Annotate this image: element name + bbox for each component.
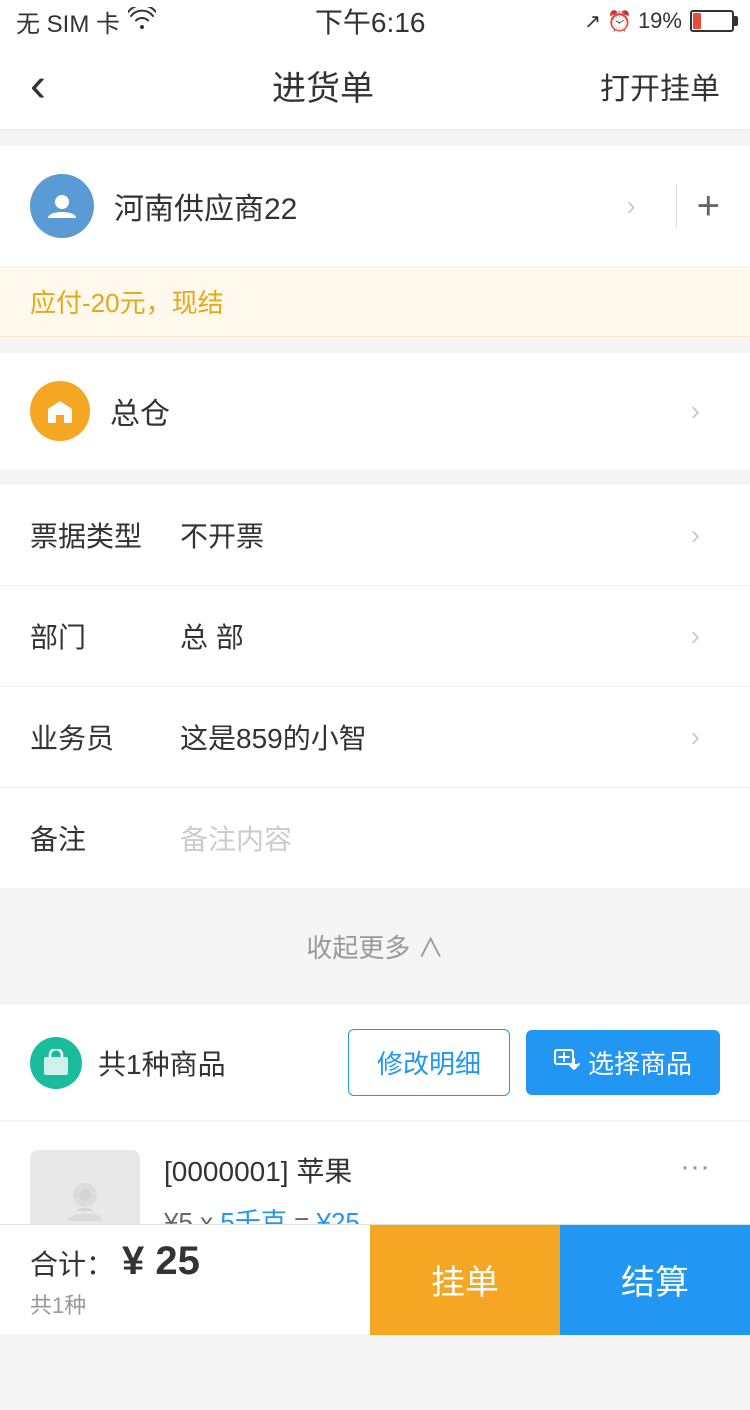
hang-button[interactable]: 挂单 (370, 1225, 560, 1335)
warehouse-row[interactable]: 总仓 › (0, 353, 750, 469)
salesperson-row[interactable]: 业务员 这是859的小智 › (0, 687, 750, 788)
select-product-label: 选择商品 (588, 1044, 692, 1081)
remark-input[interactable]: 备注内容 (170, 818, 720, 858)
page-title: 进货单 (272, 61, 374, 110)
products-count: 共1种商品 (98, 1043, 348, 1083)
status-bar: 无 SIM 卡 下午6:16 ↗ ⏰ 19% (0, 0, 750, 42)
salesperson-value: 这是859的小智 (170, 717, 691, 757)
invoice-type-row[interactable]: 票据类型 不开票 › (0, 485, 750, 586)
supplier-section: 河南供应商22 › + 应付-20元，现结 (0, 146, 750, 337)
notice-text: 应付-20元，现结 (30, 288, 224, 318)
supplier-avatar (30, 174, 94, 238)
salesperson-label: 业务员 (30, 717, 170, 757)
add-button[interactable]: + (697, 186, 720, 226)
footer-total-amount: ¥ 25 (122, 1239, 200, 1284)
department-label: 部门 (30, 616, 170, 656)
warehouse-name: 总仓 (110, 389, 691, 433)
edit-detail-button[interactable]: 修改明细 (348, 1029, 510, 1096)
product-title: 苹果 (296, 1156, 352, 1187)
sim-label: 无 SIM 卡 (16, 4, 120, 39)
collapse-label: 收起更多 ∧ (306, 928, 443, 965)
footer: 合计： ¥ 25 共1种 挂单 结算 (0, 1224, 750, 1334)
status-time: 下午6:16 (315, 1, 426, 41)
product-code: [0000001] (164, 1156, 296, 1187)
footer-sub-label: 共1种 (30, 1288, 340, 1320)
product-name: [0000001] 苹果 (164, 1150, 670, 1190)
alarm-icon: ⏰ (607, 9, 632, 34)
department-chevron-icon: › (691, 620, 700, 652)
settle-button[interactable]: 结算 (560, 1225, 750, 1335)
invoice-type-value: 不开票 (170, 515, 691, 555)
department-value: 总 部 (170, 616, 691, 656)
divider (676, 184, 677, 228)
select-product-button[interactable]: 选择商品 (526, 1030, 720, 1095)
products-header: 共1种商品 修改明细 选择商品 (0, 1005, 750, 1120)
open-hang-button[interactable]: 打开挂单 (600, 64, 720, 108)
department-row[interactable]: 部门 总 部 › (0, 586, 750, 687)
status-right: ↗ ⏰ 19% (584, 8, 734, 34)
footer-total-label: 合计： (30, 1243, 114, 1283)
battery-percent: 19% (638, 8, 682, 34)
form-section: 票据类型 不开票 › 部门 总 部 › 业务员 这是859的小智 › 备注 备注… (0, 485, 750, 888)
nav-bar: ‹ 进货单 打开挂单 (0, 42, 750, 130)
remark-label: 备注 (30, 818, 170, 858)
main-content: 河南供应商22 › + 应付-20元，现结 总仓 › 票据类型 不开票 › 部门… (0, 130, 750, 1410)
supplier-name: 河南供应商22 (114, 184, 626, 228)
remark-row[interactable]: 备注 备注内容 (0, 788, 750, 888)
status-left: 无 SIM 卡 (16, 4, 156, 39)
warehouse-chevron-icon: › (691, 395, 700, 427)
product-more-button[interactable]: ··· (670, 1150, 720, 1184)
salesperson-chevron-icon: › (691, 721, 700, 753)
products-icon (30, 1037, 82, 1089)
supplier-chevron-icon: › (626, 190, 635, 222)
location-icon: ↗ (584, 9, 601, 34)
invoice-chevron-icon: › (691, 519, 700, 551)
battery-icon (690, 10, 734, 32)
invoice-type-label: 票据类型 (30, 515, 170, 555)
collapse-bar[interactable]: 收起更多 ∧ (0, 904, 750, 989)
footer-total-row: 合计： ¥ 25 (30, 1239, 340, 1284)
select-product-icon (554, 1047, 580, 1078)
warehouse-icon (30, 381, 90, 441)
back-button[interactable]: ‹ (30, 58, 46, 113)
notice-bar: 应付-20元，现结 (0, 267, 750, 337)
supplier-row[interactable]: 河南供应商22 › + (0, 146, 750, 267)
footer-total: 合计： ¥ 25 共1种 (0, 1239, 370, 1320)
wifi-icon (128, 7, 156, 36)
